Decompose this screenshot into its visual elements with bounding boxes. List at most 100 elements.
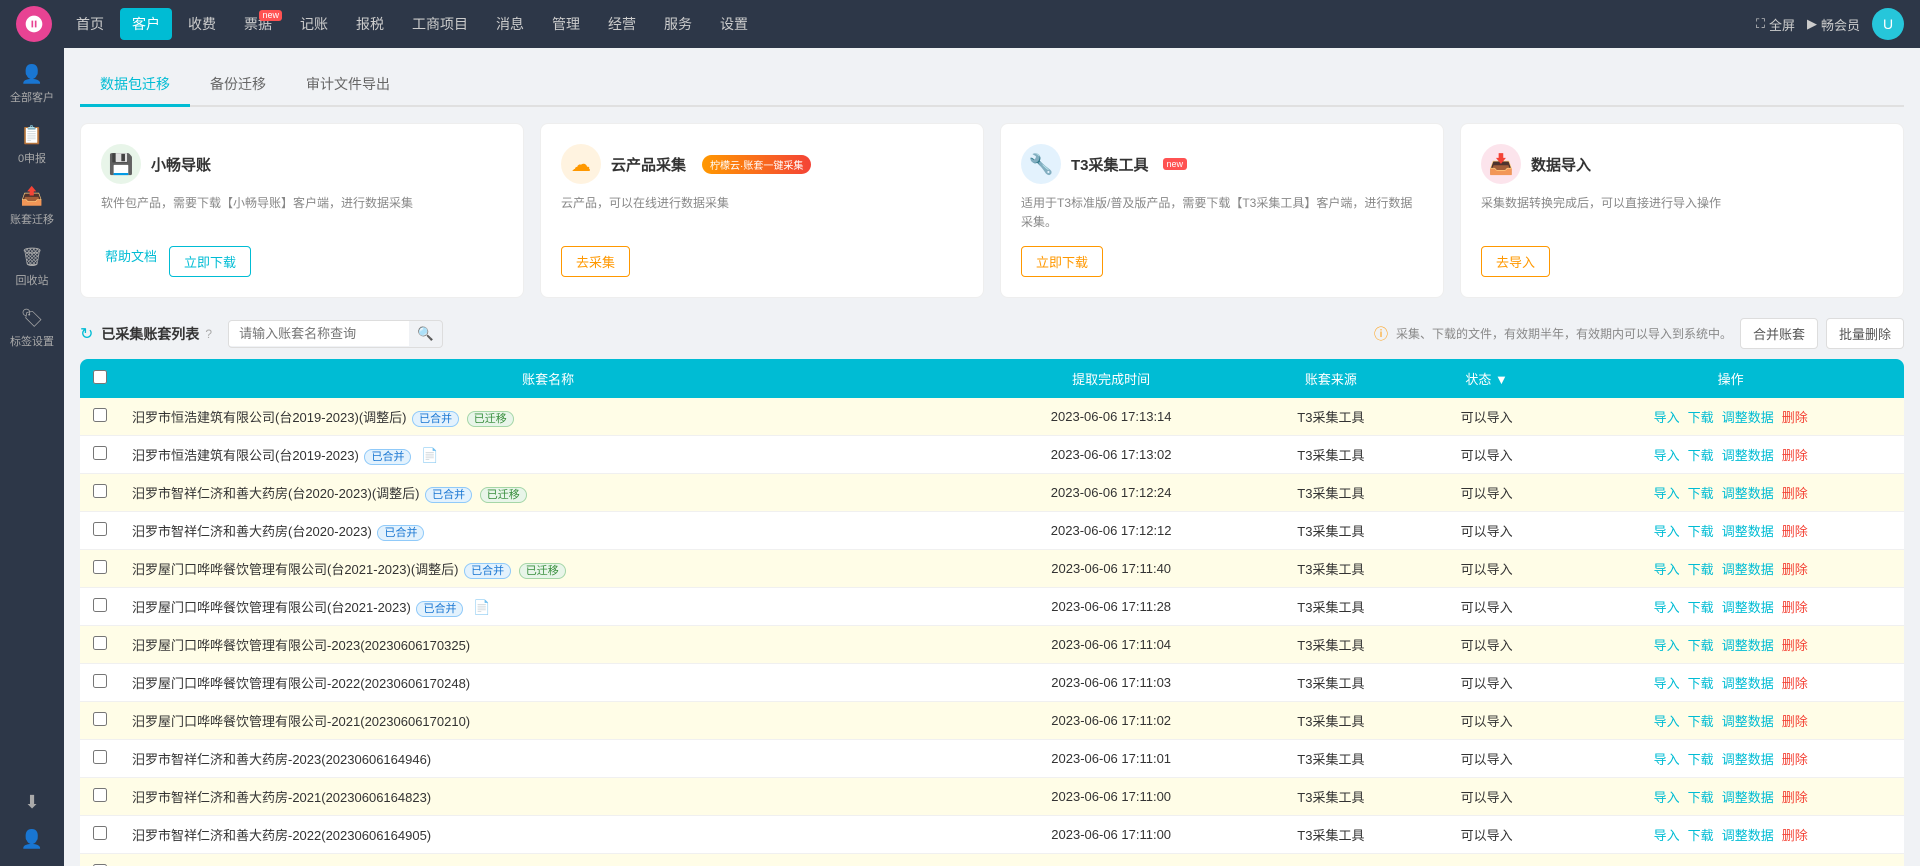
action-下载[interactable]: 下载	[1688, 600, 1714, 615]
search-button[interactable]: 🔍	[409, 321, 442, 347]
col-status[interactable]: 状态 ▼	[1416, 359, 1558, 398]
action-下载[interactable]: 下载	[1688, 828, 1714, 843]
action-调整数据[interactable]: 调整数据	[1722, 790, 1774, 805]
action-导入[interactable]: 导入	[1654, 448, 1680, 463]
action-delete[interactable]: 删除	[1782, 486, 1808, 501]
sidebar-item-download[interactable]: ⬇	[4, 784, 60, 821]
action-delete[interactable]: 删除	[1782, 562, 1808, 577]
row-checkbox[interactable]	[93, 750, 107, 764]
action-delete[interactable]: 删除	[1782, 676, 1808, 691]
row-checkbox[interactable]	[93, 598, 107, 612]
sidebar-item-zero-declaration[interactable]: 📋 0申报	[4, 117, 60, 174]
app-logo[interactable]	[16, 6, 52, 42]
row-checkbox[interactable]	[93, 522, 107, 536]
action-导入[interactable]: 导入	[1654, 828, 1680, 843]
nav-bookkeeping[interactable]: 记账	[288, 8, 340, 40]
vip-button[interactable]: ▶ 畅会员	[1807, 15, 1860, 34]
action-下载[interactable]: 下载	[1688, 752, 1714, 767]
action-导入[interactable]: 导入	[1654, 752, 1680, 767]
action-调整数据[interactable]: 调整数据	[1722, 486, 1774, 501]
search-input[interactable]	[229, 321, 409, 346]
action-下载[interactable]: 下载	[1688, 790, 1714, 805]
action-delete[interactable]: 删除	[1782, 448, 1808, 463]
action-调整数据[interactable]: 调整数据	[1722, 562, 1774, 577]
action-下载[interactable]: 下载	[1688, 524, 1714, 539]
nav-tax[interactable]: 报税	[344, 8, 396, 40]
action-调整数据[interactable]: 调整数据	[1722, 828, 1774, 843]
action-导入[interactable]: 导入	[1654, 524, 1680, 539]
sidebar-item-all-customers[interactable]: 👤 全部客户	[4, 56, 60, 113]
row-checkbox[interactable]	[93, 788, 107, 802]
action-delete[interactable]: 删除	[1782, 828, 1808, 843]
action-调整数据[interactable]: 调整数据	[1722, 752, 1774, 767]
tab-data-migration[interactable]: 数据包迁移	[80, 64, 190, 107]
row-checkbox[interactable]	[93, 636, 107, 650]
nav-home[interactable]: 首页	[64, 8, 116, 40]
action-delete[interactable]: 删除	[1782, 638, 1808, 653]
action-导入[interactable]: 导入	[1654, 410, 1680, 425]
action-导入[interactable]: 导入	[1654, 790, 1680, 805]
action-下载[interactable]: 下载	[1688, 676, 1714, 691]
refresh-icon[interactable]: ↻	[80, 324, 93, 344]
t3tool-download-button[interactable]: 立即下载	[1021, 246, 1103, 277]
xiaochangdaozhang-help-link[interactable]: 帮助文档	[105, 246, 157, 277]
action-delete[interactable]: 删除	[1782, 600, 1808, 615]
action-delete[interactable]: 删除	[1782, 790, 1808, 805]
action-调整数据[interactable]: 调整数据	[1722, 448, 1774, 463]
row-checkbox[interactable]	[93, 446, 107, 460]
action-导入[interactable]: 导入	[1654, 562, 1680, 577]
nav-settings[interactable]: 设置	[708, 8, 760, 40]
xiaochangdaozhang-download-button[interactable]: 立即下载	[169, 246, 251, 277]
action-调整数据[interactable]: 调整数据	[1722, 714, 1774, 729]
nav-operation[interactable]: 经营	[596, 8, 648, 40]
action-调整数据[interactable]: 调整数据	[1722, 410, 1774, 425]
row-checkbox[interactable]	[93, 826, 107, 840]
action-调整数据[interactable]: 调整数据	[1722, 676, 1774, 691]
select-all-checkbox[interactable]	[93, 370, 107, 384]
merge-account-button[interactable]: 合并账套	[1740, 318, 1818, 349]
action-下载[interactable]: 下载	[1688, 714, 1714, 729]
action-delete[interactable]: 删除	[1782, 524, 1808, 539]
action-导入[interactable]: 导入	[1654, 638, 1680, 653]
user-avatar[interactable]: U	[1872, 8, 1904, 40]
action-调整数据[interactable]: 调整数据	[1722, 600, 1774, 615]
action-下载[interactable]: 下载	[1688, 486, 1714, 501]
action-导入[interactable]: 导入	[1654, 600, 1680, 615]
sidebar-item-account-migration[interactable]: 📤 账套迁移	[4, 178, 60, 235]
nav-message[interactable]: 消息	[484, 8, 536, 40]
action-导入[interactable]: 导入	[1654, 676, 1680, 691]
tab-backup-migration[interactable]: 备份迁移	[190, 64, 286, 107]
nav-service[interactable]: 服务	[652, 8, 704, 40]
action-调整数据[interactable]: 调整数据	[1722, 524, 1774, 539]
action-delete[interactable]: 删除	[1782, 714, 1808, 729]
action-下载[interactable]: 下载	[1688, 638, 1714, 653]
row-checkbox[interactable]	[93, 484, 107, 498]
row-checkbox[interactable]	[93, 674, 107, 688]
sidebar-item-tag-settings[interactable]: 🏷 标签设置	[4, 300, 60, 357]
fullscreen-button[interactable]: ⛶ 全屏	[1756, 15, 1795, 34]
action-调整数据[interactable]: 调整数据	[1722, 638, 1774, 653]
table-help-icon[interactable]: ?	[205, 327, 212, 341]
nav-fee[interactable]: 收费	[176, 8, 228, 40]
row-checkbox[interactable]	[93, 712, 107, 726]
dataimport-go-button[interactable]: 去导入	[1481, 246, 1550, 277]
sidebar-item-user[interactable]: 👤	[4, 821, 60, 858]
action-下载[interactable]: 下载	[1688, 562, 1714, 577]
action-下载[interactable]: 下载	[1688, 410, 1714, 425]
nav-manage[interactable]: 管理	[540, 8, 592, 40]
nav-invoice[interactable]: 票据new	[232, 8, 284, 40]
tag-settings-icon: 🏷	[21, 308, 44, 329]
batch-delete-button[interactable]: 批量删除	[1826, 318, 1904, 349]
tab-audit-export[interactable]: 审计文件导出	[286, 64, 410, 107]
sidebar-item-recycle[interactable]: 🗑 回收站	[4, 239, 60, 296]
action-delete[interactable]: 删除	[1782, 752, 1808, 767]
action-下载[interactable]: 下载	[1688, 448, 1714, 463]
nav-business[interactable]: 工商项目	[400, 8, 480, 40]
yunproduct-collect-button[interactable]: 去采集	[561, 246, 630, 277]
row-checkbox[interactable]	[93, 560, 107, 574]
row-checkbox[interactable]	[93, 408, 107, 422]
action-delete[interactable]: 删除	[1782, 410, 1808, 425]
action-导入[interactable]: 导入	[1654, 714, 1680, 729]
nav-customer[interactable]: 客户	[120, 8, 172, 40]
action-导入[interactable]: 导入	[1654, 486, 1680, 501]
